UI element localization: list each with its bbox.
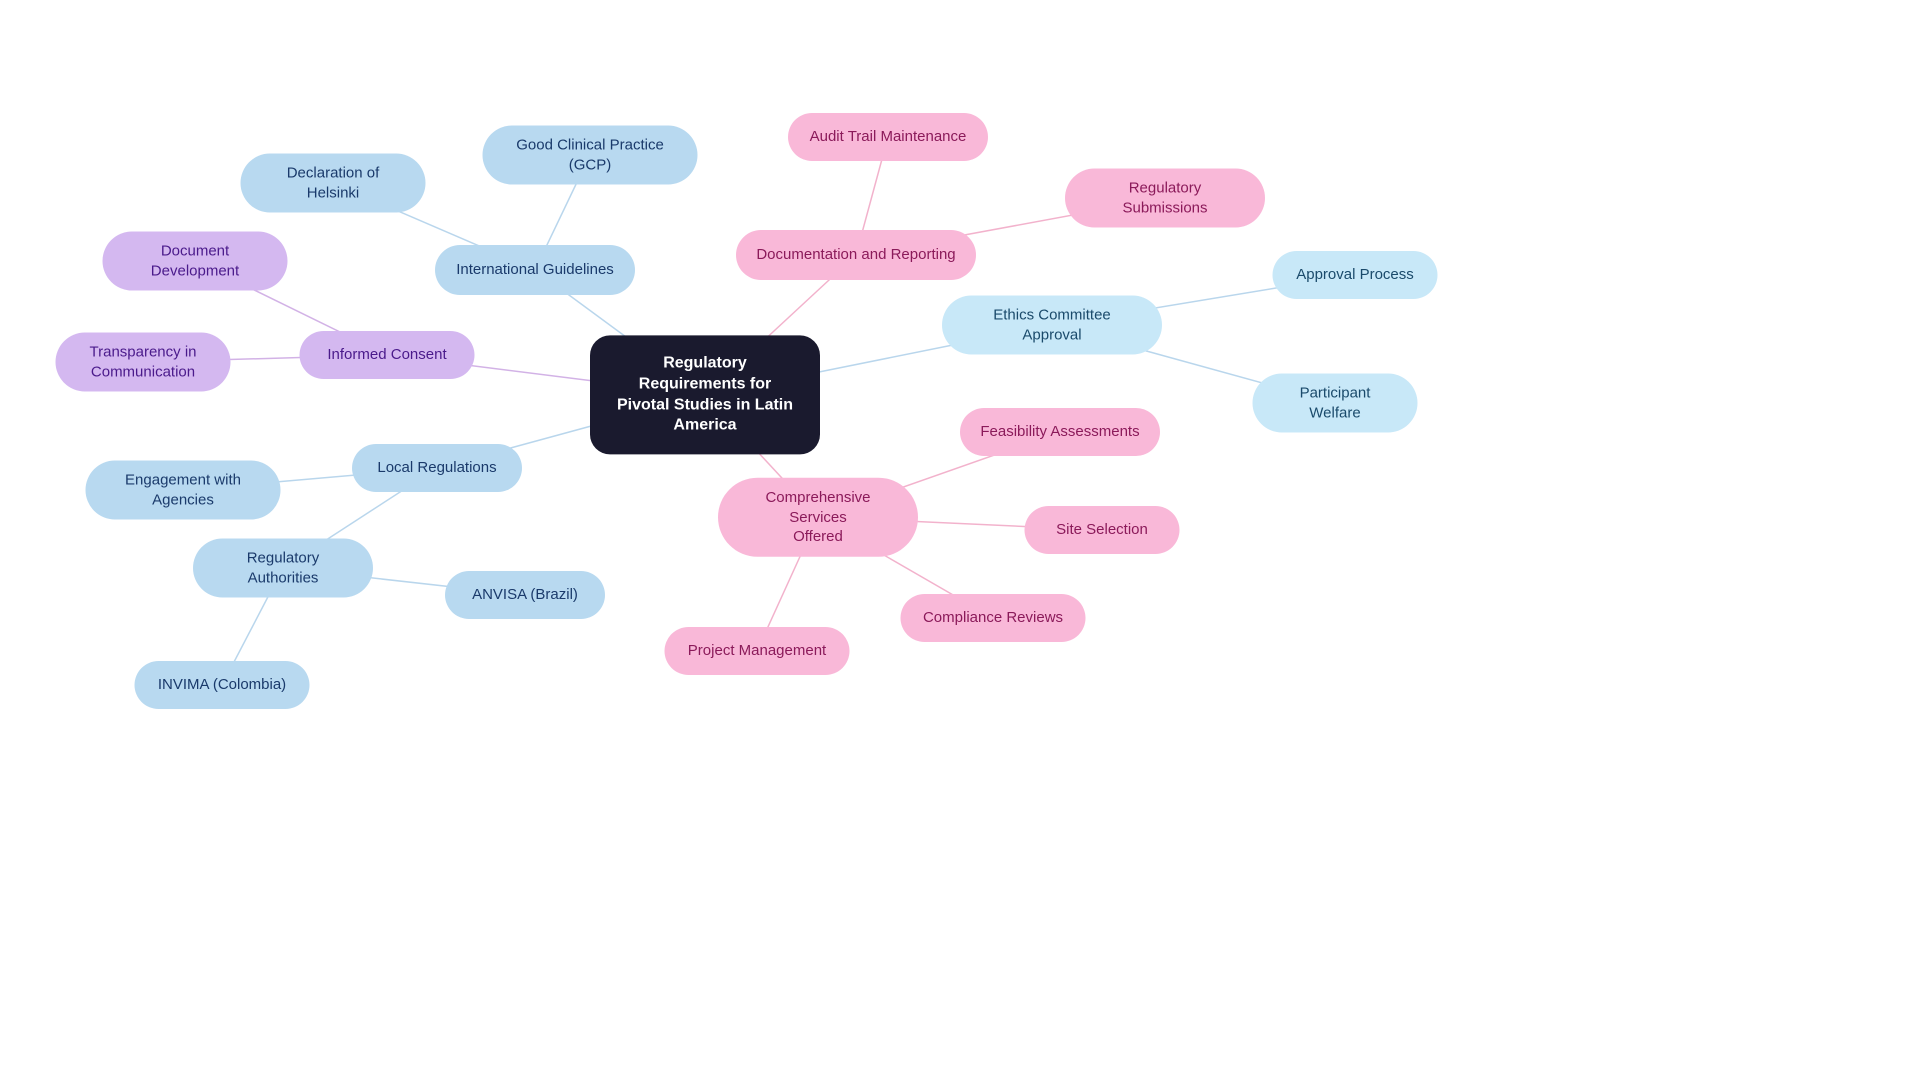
node-participantWelfare: Participant Welfare [1253, 374, 1418, 433]
node-documentDevelopment: Document Development [103, 232, 288, 291]
node-anvisa: ANVISA (Brazil) [445, 571, 605, 619]
node-feasibilityAssessments: Feasibility Assessments [960, 408, 1160, 456]
node-invima: INVIMA (Colombia) [135, 661, 310, 709]
node-internationalGuidelines: International Guidelines [435, 245, 635, 295]
node-approvalProcess: Approval Process [1273, 251, 1438, 299]
node-center: Regulatory Requirements for Pivotal Stud… [590, 335, 820, 454]
node-declarationHelsinki: Declaration of Helsinki [241, 154, 426, 213]
node-engagementAgencies: Engagement with Agencies [86, 461, 281, 520]
node-auditTrail: Audit Trail Maintenance [788, 113, 988, 161]
node-ethicsCommittee: Ethics Committee Approval [942, 296, 1162, 355]
node-transparencyComm: Transparency in Communication [56, 333, 231, 392]
node-projectManagement: Project Management [665, 627, 850, 675]
node-informedConsent: Informed Consent [300, 331, 475, 379]
node-siteSelection: Site Selection [1025, 506, 1180, 554]
node-documentationReporting: Documentation and Reporting [736, 230, 976, 280]
node-goodClinical: Good Clinical Practice (GCP) [483, 126, 698, 185]
node-regulatoryAuthorities: Regulatory Authorities [193, 539, 373, 598]
node-regulatorySubmissions: Regulatory Submissions [1065, 169, 1265, 228]
node-comprehensiveServices: Comprehensive Services Offered [718, 478, 918, 557]
node-complianceReviews: Compliance Reviews [901, 594, 1086, 642]
mindmap-container: Regulatory Requirements for Pivotal Stud… [0, 0, 1920, 1083]
node-localRegulations: Local Regulations [352, 444, 522, 492]
